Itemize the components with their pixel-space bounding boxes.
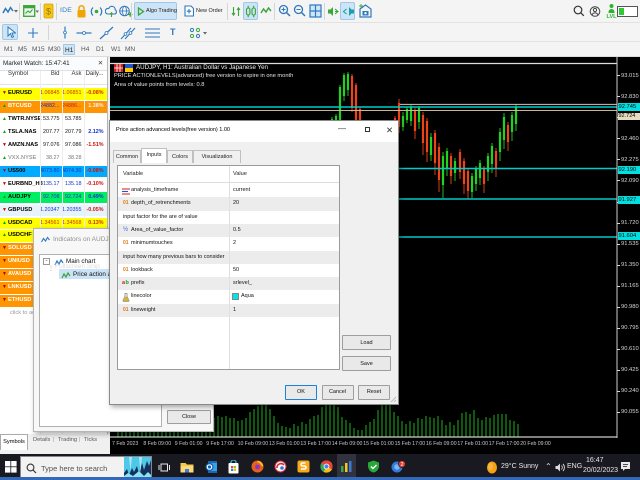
svg-text:$: $ bbox=[46, 7, 51, 17]
svg-text:LVL: LVL bbox=[607, 14, 617, 19]
svg-text:2: 2 bbox=[400, 462, 403, 468]
